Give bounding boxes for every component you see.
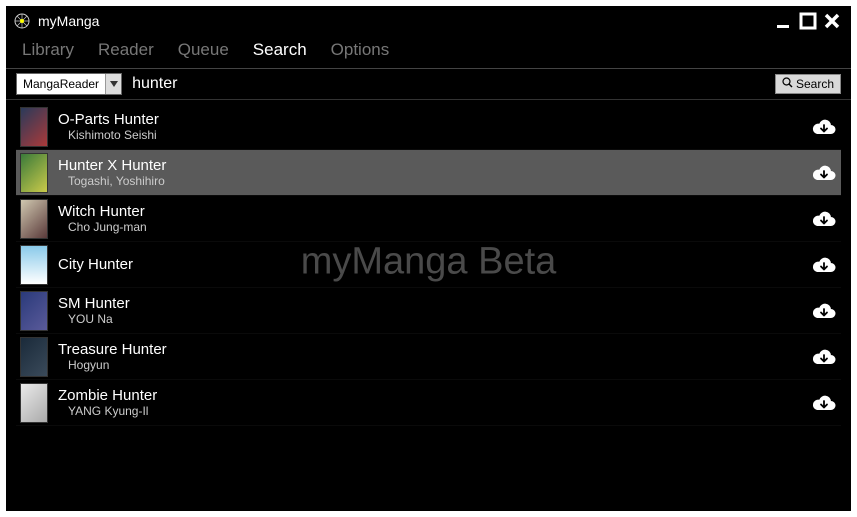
result-title: Treasure Hunter — [58, 341, 801, 358]
result-row[interactable]: Witch HunterCho Jung-man — [16, 196, 841, 242]
cover-thumbnail — [20, 383, 48, 423]
result-meta: SM HunterYOU Na — [58, 295, 801, 326]
result-row[interactable]: Treasure HunterHogyun — [16, 334, 841, 380]
search-bar: MangaReader Search — [6, 69, 851, 100]
cover-thumbnail — [20, 291, 48, 331]
result-meta: City Hunter — [58, 256, 801, 273]
cover-thumbnail — [20, 337, 48, 377]
result-author: Cho Jung-man — [58, 220, 801, 234]
result-title: Zombie Hunter — [58, 387, 801, 404]
result-title: Hunter X Hunter — [58, 157, 801, 174]
search-results: O-Parts HunterKishimoto Seishi Hunter X H… — [6, 100, 851, 430]
close-button[interactable] — [821, 10, 843, 32]
tab-search[interactable]: Search — [253, 40, 307, 60]
download-icon[interactable] — [811, 301, 837, 321]
source-value: MangaReader — [17, 77, 105, 91]
result-row[interactable]: O-Parts HunterKishimoto Seishi — [16, 104, 841, 150]
download-icon[interactable] — [811, 163, 837, 183]
cover-thumbnail — [20, 199, 48, 239]
window-controls — [773, 10, 843, 32]
download-icon[interactable] — [811, 209, 837, 229]
titlebar: myManga — [6, 6, 851, 36]
result-meta: Witch HunterCho Jung-man — [58, 203, 801, 234]
tab-reader[interactable]: Reader — [98, 40, 154, 60]
minimize-button[interactable] — [773, 10, 795, 32]
result-author: YANG Kyung-Il — [58, 404, 801, 418]
result-author: Kishimoto Seishi — [58, 128, 801, 142]
result-meta: Zombie HunterYANG Kyung-Il — [58, 387, 801, 418]
download-icon[interactable] — [811, 255, 837, 275]
app-title: myManga — [38, 13, 773, 29]
result-title: SM Hunter — [58, 295, 801, 312]
download-icon[interactable] — [811, 117, 837, 137]
download-icon[interactable] — [811, 393, 837, 413]
source-dropdown[interactable]: MangaReader — [16, 73, 122, 95]
app-icon — [14, 13, 30, 29]
result-row[interactable]: SM HunterYOU Na — [16, 288, 841, 334]
search-icon — [782, 77, 793, 91]
search-button-label: Search — [796, 77, 834, 91]
result-author: YOU Na — [58, 312, 801, 326]
app-window: myManga LibraryReaderQueueSearchOptions … — [6, 6, 851, 511]
result-title: City Hunter — [58, 256, 801, 273]
chevron-down-icon — [105, 74, 121, 94]
cover-thumbnail — [20, 245, 48, 285]
maximize-button[interactable] — [797, 10, 819, 32]
download-icon[interactable] — [811, 347, 837, 367]
search-button[interactable]: Search — [775, 74, 841, 94]
result-author: Hogyun — [58, 358, 801, 372]
tab-queue[interactable]: Queue — [178, 40, 229, 60]
result-title: O-Parts Hunter — [58, 111, 801, 128]
result-row[interactable]: Zombie HunterYANG Kyung-Il — [16, 380, 841, 426]
tab-options[interactable]: Options — [331, 40, 390, 60]
result-row[interactable]: Hunter X HunterTogashi, Yoshihiro — [16, 150, 841, 196]
result-author: Togashi, Yoshihiro — [58, 174, 801, 188]
result-title: Witch Hunter — [58, 203, 801, 220]
nav-tabs: Library Reader Queue Search Options — [6, 36, 851, 69]
result-meta: Hunter X HunterTogashi, Yoshihiro — [58, 157, 801, 188]
cover-thumbnail — [20, 107, 48, 147]
result-meta: Treasure HunterHogyun — [58, 341, 801, 372]
result-meta: O-Parts HunterKishimoto Seishi — [58, 111, 801, 142]
tab-library[interactable]: Library — [22, 40, 74, 60]
cover-thumbnail — [20, 153, 48, 193]
result-row[interactable]: City Hunter — [16, 242, 841, 288]
search-input[interactable] — [128, 75, 769, 93]
